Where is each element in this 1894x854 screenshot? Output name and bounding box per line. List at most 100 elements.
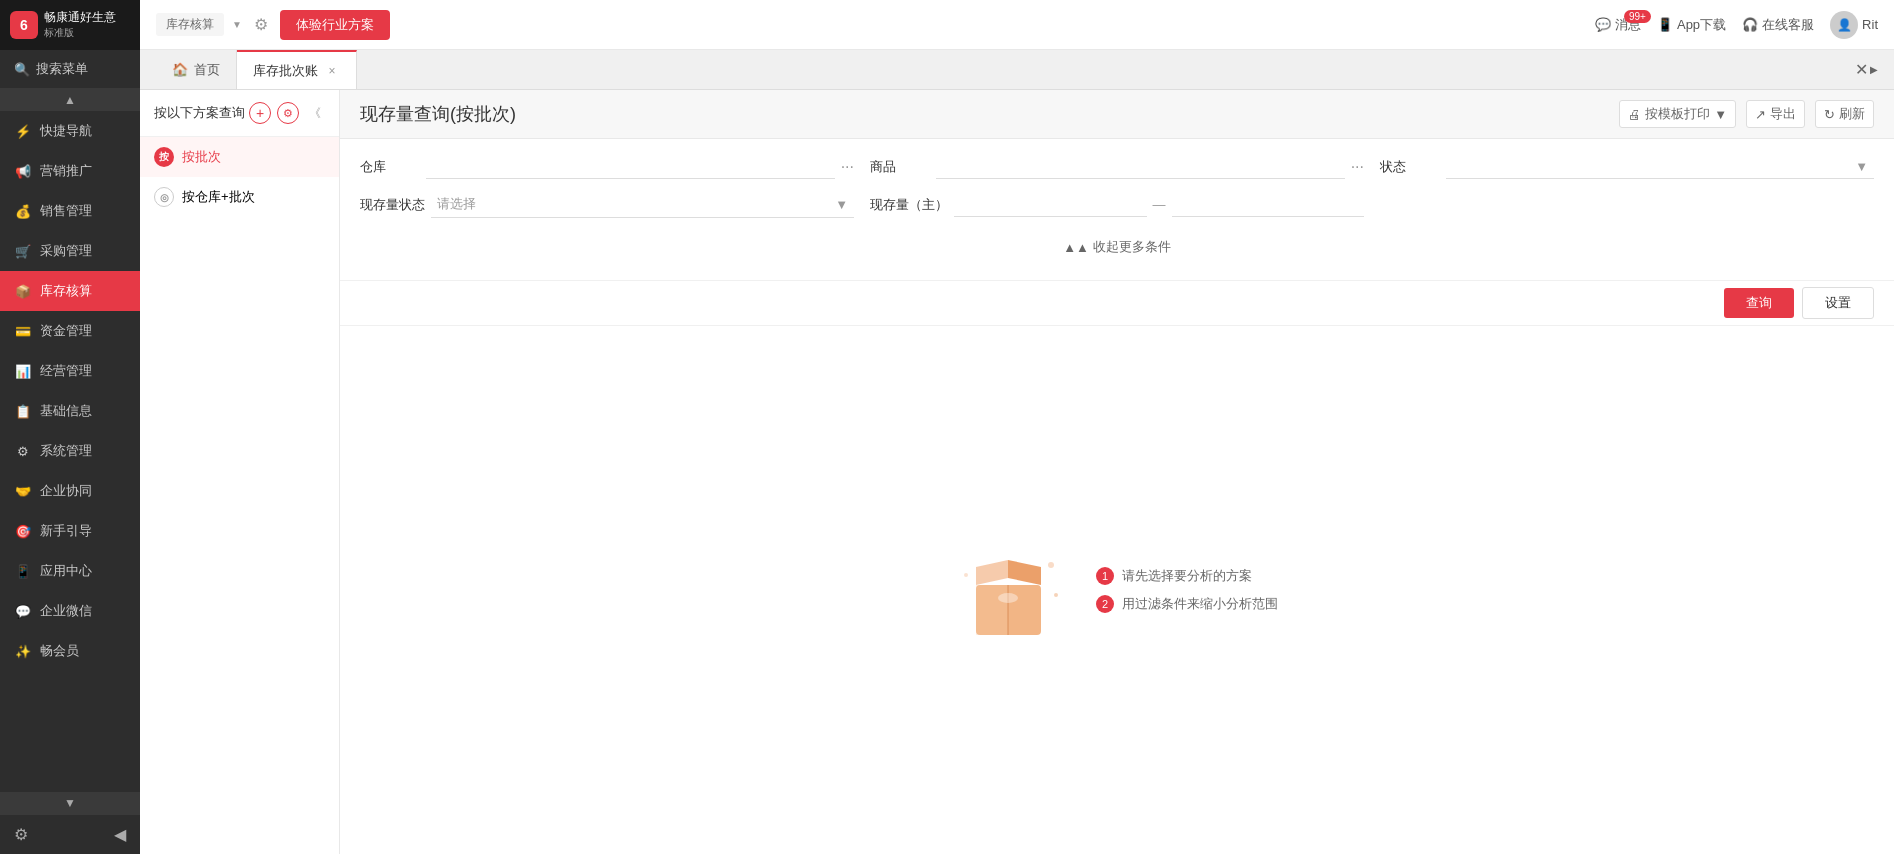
settings-button[interactable]: 设置 (1802, 287, 1874, 319)
online-service-label: 在线客服 (1762, 16, 1814, 34)
app-download-button[interactable]: 📱 App下载 (1657, 16, 1726, 34)
scheme-by-batch-label: 按批次 (182, 148, 221, 166)
left-panel-collapse-button[interactable]: 《 (305, 103, 325, 124)
status-select[interactable]: ▼ (1446, 155, 1874, 179)
sidebar-item-member[interactable]: ✨ 畅会员 (0, 631, 140, 671)
sidebar-item-system[interactable]: ⚙ 系统管理 (0, 431, 140, 471)
sidebar-item-marketing[interactable]: 📢 营销推广 (0, 151, 140, 191)
sidebar-item-sales[interactable]: 💰 销售管理 (0, 191, 140, 231)
username: Rit (1862, 17, 1878, 32)
sidebar-item-wechat[interactable]: 💬 企业微信 (0, 591, 140, 631)
breadcrumb-chevron: ▼ (232, 19, 242, 30)
print-button[interactable]: 🖨 按模板打印 ▼ (1619, 100, 1736, 128)
svg-marker-2 (1008, 560, 1041, 585)
add-scheme-button[interactable]: + (249, 102, 271, 124)
brand-name: 畅康通好生意 (44, 10, 116, 26)
left-panel-actions: + ⚙ 《 (249, 102, 325, 124)
warehouse-dots-button[interactable]: ··· (841, 158, 854, 176)
product-input[interactable] (936, 155, 1345, 179)
messages-badge: 99+ (1624, 10, 1651, 23)
warehouse-input[interactable] (426, 155, 835, 179)
sidebar-scroll-down[interactable]: ▼ (0, 792, 140, 814)
scheme-by-warehouse-batch[interactable]: ◎ 按仓库+批次 (140, 177, 339, 217)
sidebar: 6 畅康通好生意 标准版 🔍 搜索菜单 ▲ ⚡ 快捷导航 📢 营销推广 💰 销售… (0, 0, 140, 854)
sidebar-icon-wechat: 💬 (14, 602, 32, 620)
tab-home-label: 首页 (194, 61, 220, 79)
online-service-button[interactable]: 🎧 在线客服 (1742, 16, 1814, 34)
scheme-by-batch[interactable]: 按 按批次 (140, 137, 339, 177)
search-icon: 🔍 (14, 62, 30, 77)
sidebar-header: 6 畅康通好生意 标准版 (0, 0, 140, 50)
inventory-status-label: 现存量状态 (360, 196, 425, 214)
svg-point-7 (964, 573, 968, 577)
left-panel-title: 按以下方案查询 (154, 104, 245, 122)
footer-collapse-icon[interactable]: ◀ (114, 825, 126, 844)
content-area: 按以下方案查询 + ⚙ 《 按 按批次 ◎ 按仓库+批次 (140, 90, 1894, 854)
sidebar-item-operations[interactable]: 📊 经营管理 (0, 351, 140, 391)
app-logo: 6 (10, 11, 38, 39)
sidebar-item-inventory[interactable]: 📦 库存核算 (0, 271, 140, 311)
filter-area: 仓库 ··· 商品 ··· 状态 ▼ (340, 139, 1894, 281)
quantity-from-input[interactable] (954, 193, 1147, 217)
brand-sub: 标准版 (44, 26, 116, 40)
sidebar-search[interactable]: 🔍 搜索菜单 (0, 50, 140, 89)
refresh-label: 刷新 (1839, 105, 1865, 123)
empty-illustration (956, 540, 1056, 640)
sidebar-item-finance[interactable]: 💳 资金管理 (0, 311, 140, 351)
scheme-settings-button[interactable]: ⚙ (277, 102, 299, 124)
collapse-more-button[interactable]: ▲▲ 收起更多条件 (360, 230, 1874, 264)
sidebar-icon-app-center: 📱 (14, 562, 32, 580)
message-icon: 💬 (1595, 17, 1611, 32)
hint-item-2: 2 用过滤条件来缩小分析范围 (1096, 595, 1278, 613)
messages-button[interactable]: 💬 消息 99+ (1595, 16, 1641, 34)
sidebar-item-enterprise[interactable]: 🤝 企业协同 (0, 471, 140, 511)
export-button[interactable]: ↗ 导出 (1746, 100, 1805, 128)
hint-2-num: 2 (1096, 595, 1114, 613)
sidebar-scroll-up[interactable]: ▲ (0, 89, 140, 111)
refresh-button[interactable]: ↻ 刷新 (1815, 100, 1874, 128)
sidebar-label-wechat: 企业微信 (40, 602, 92, 620)
tab-inventory-batch[interactable]: 库存批次账 × (237, 50, 357, 89)
export-label: 导出 (1770, 105, 1796, 123)
sidebar-icon-sales: 💰 (14, 202, 32, 220)
sidebar-icon-operations: 📊 (14, 362, 32, 380)
sidebar-icon-system: ⚙ (14, 442, 32, 460)
footer-settings-icon[interactable]: ⚙ (14, 825, 28, 844)
service-icon: 🎧 (1742, 17, 1758, 32)
app-download-label: App下载 (1677, 16, 1726, 34)
page-header: 现存量查询(按批次) 🖨 按模板打印 ▼ ↗ 导出 ↻ 刷新 (340, 90, 1894, 139)
sidebar-item-basic[interactable]: 📋 基础信息 (0, 391, 140, 431)
quantity-to-input[interactable] (1172, 193, 1365, 217)
product-dots-button[interactable]: ··· (1351, 158, 1364, 176)
print-icon: 🖨 (1628, 107, 1641, 122)
hint-item-1: 1 请先选择要分析的方案 (1096, 567, 1278, 585)
close-icon: ✕ (1855, 60, 1868, 79)
sidebar-item-guide[interactable]: 🎯 新手引导 (0, 511, 140, 551)
scheme-gear-icon: ⚙ (283, 107, 293, 120)
tab-close-icon[interactable]: × (324, 63, 340, 79)
left-panel: 按以下方案查询 + ⚙ 《 按 按批次 ◎ 按仓库+批次 (140, 90, 340, 854)
status-label: 状态 (1380, 158, 1440, 176)
svg-rect-3 (976, 585, 1008, 635)
sidebar-item-purchase[interactable]: 🛒 采购管理 (0, 231, 140, 271)
hint-2-text: 用过滤条件来缩小分析范围 (1122, 595, 1278, 613)
sidebar-item-app-center[interactable]: 📱 应用中心 (0, 551, 140, 591)
trial-button[interactable]: 体验行业方案 (280, 10, 390, 40)
user-menu[interactable]: 👤 Rit (1830, 11, 1878, 39)
warehouse-label: 仓库 (360, 158, 420, 176)
tab-home[interactable]: 🏠 首页 (156, 50, 237, 89)
sidebar-label-basic: 基础信息 (40, 402, 92, 420)
search-label: 搜索菜单 (36, 60, 88, 78)
print-chevron: ▼ (1714, 107, 1727, 122)
scheme-by-warehouse-batch-label: 按仓库+批次 (182, 188, 255, 206)
query-button[interactable]: 查询 (1724, 288, 1794, 318)
sidebar-label-marketing: 营销推广 (40, 162, 92, 180)
inventory-status-select[interactable]: 请选择 ▼ (431, 191, 854, 218)
sidebar-item-quick-nav[interactable]: ⚡ 快捷导航 (0, 111, 140, 151)
empty-state: 1 请先选择要分析的方案 2 用过滤条件来缩小分析范围 (340, 326, 1894, 854)
sidebar-label-enterprise: 企业协同 (40, 482, 92, 500)
topbar-gear-icon[interactable]: ⚙ (250, 11, 272, 38)
filter-inventory-status: 现存量状态 请选择 ▼ (360, 191, 854, 218)
filter-row-1: 仓库 ··· 商品 ··· 状态 ▼ (360, 155, 1874, 179)
tab-panel-close[interactable]: ✕ ▶ (1855, 60, 1878, 79)
